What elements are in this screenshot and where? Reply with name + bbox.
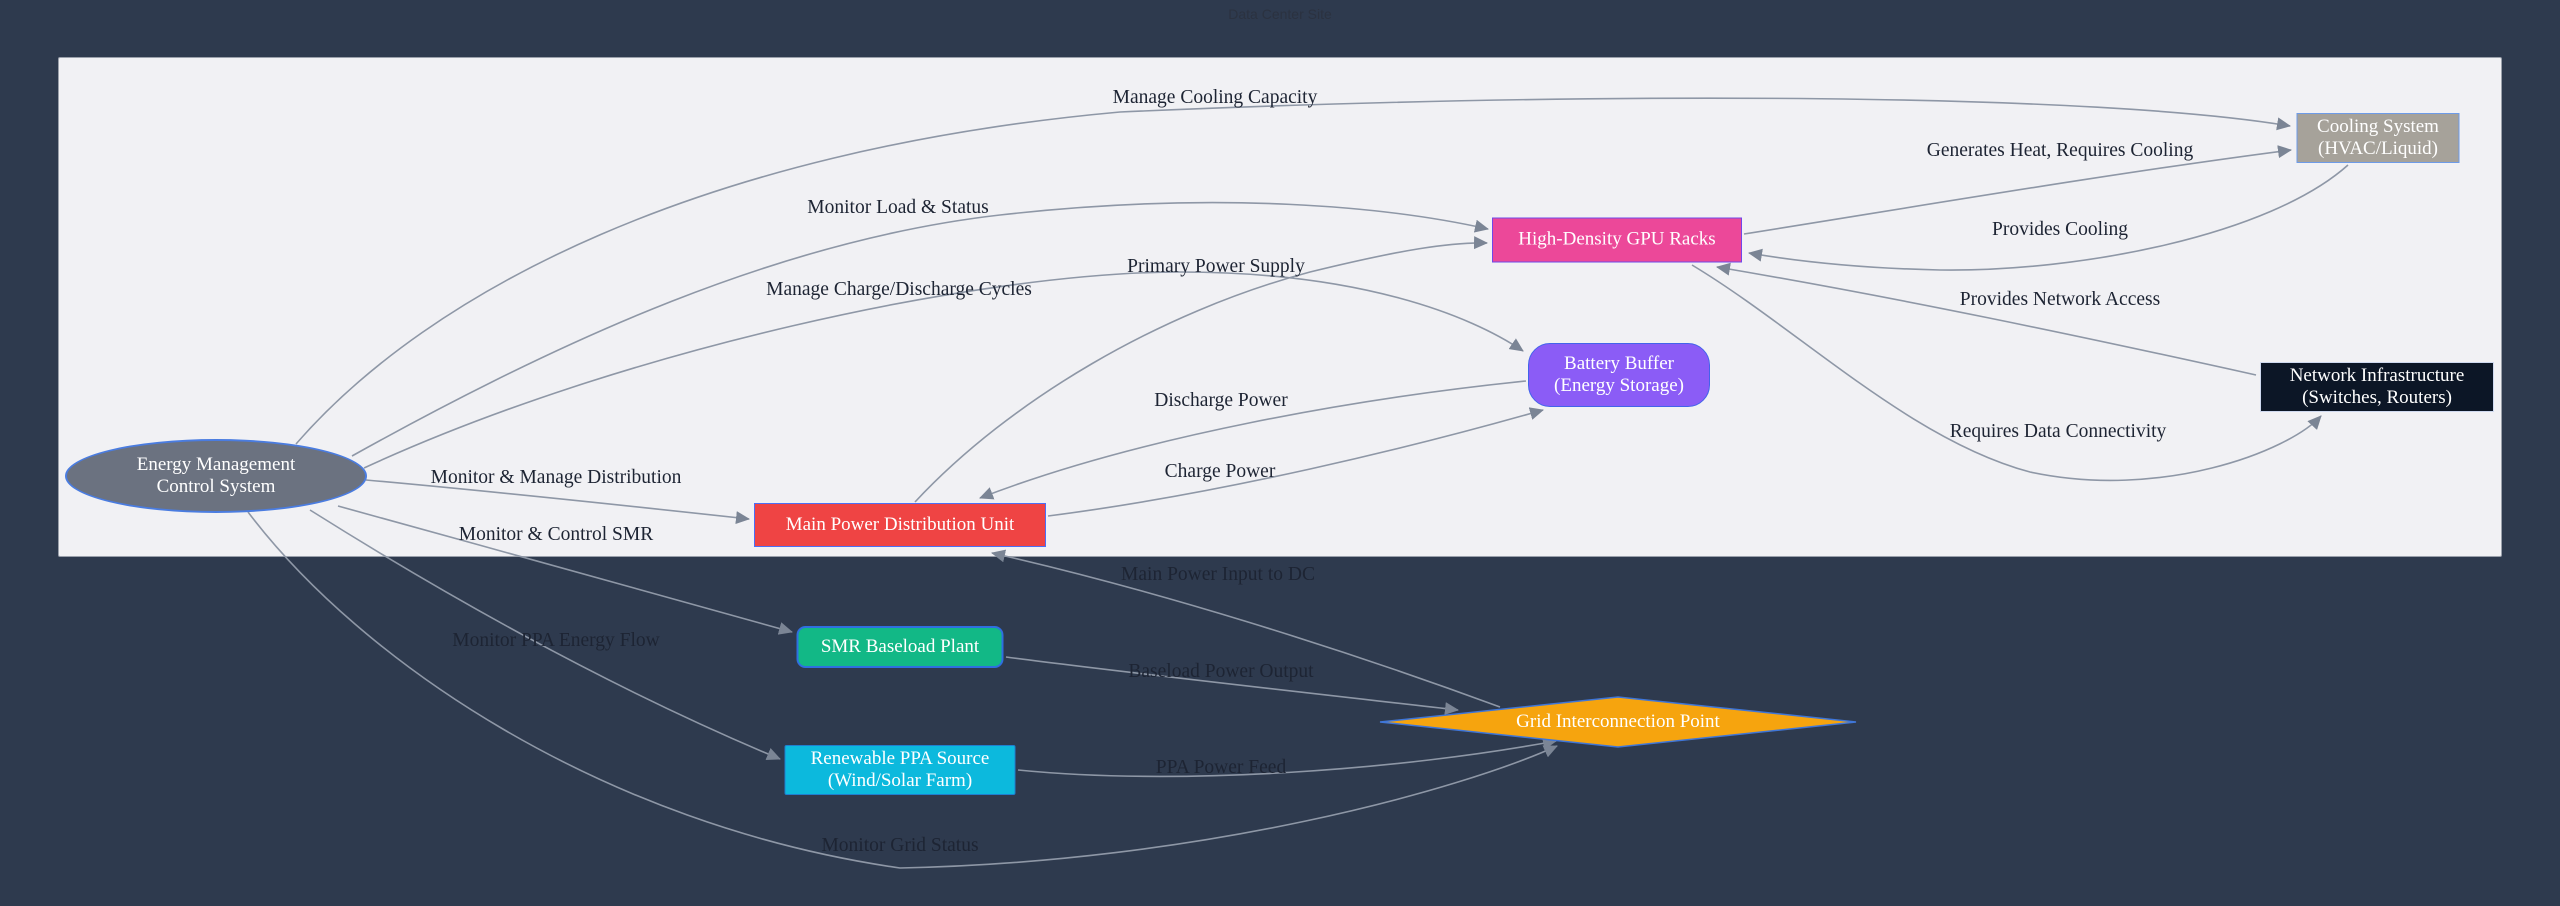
edge-label-manage-cooling-capacity: Manage Cooling Capacity [1112,87,1318,108]
edge-emcs-grid [247,511,1558,869]
edge-label-monitor-control-smr: Monitor & Control SMR [458,524,654,545]
node-high-density-gpu-racks: High-Density GPU Racks [1492,217,1742,263]
edge-mpdu-battery [1047,407,1544,517]
node-renewable-ppa-source: Renewable PPA Source (Wind/Solar Farm) [784,745,1016,795]
edge-label-requires-data-connectivity: Requires Data Connectivity [1949,421,2167,442]
node-network-infrastructure: Network Infrastructure (Switches, Router… [2260,362,2494,412]
edge-label-generates-heat-requires-cooling: Generates Heat, Requires Cooling [1926,140,2194,161]
edge-network-gpu [1716,262,2257,376]
edge-label-monitor-grid-status: Monitor Grid Status [821,835,979,856]
edge-label-monitor-ppa-energy-flow: Monitor PPA Energy Flow [452,630,660,651]
edge-label-manage-charge-discharge-cycles: Manage Charge/Discharge Cycles [766,279,1032,300]
edge-label-monitor-manage-distribution: Monitor & Manage Distribution [430,467,682,488]
edge-label-provides-network-access: Provides Network Access [1959,289,2161,310]
edge-label-discharge-power: Discharge Power [1154,390,1288,411]
container-title: Data Center Site [1228,6,1332,22]
edge-label-baseload-power-output: Baseload Power Output [1128,661,1314,682]
node-smr-baseload-plant: SMR Baseload Plant [796,626,1004,668]
node-grid-interconnection-point: Grid Interconnection Point [1516,710,1720,732]
edge-label-provides-cooling: Provides Cooling [1992,219,2128,240]
node-energy-management-control-system: Energy Management Control System [65,439,367,513]
node-main-power-distribution-unit: Main Power Distribution Unit [754,503,1046,547]
edge-label-ppa-power-feed: PPA Power Feed [1155,757,1287,778]
edge-label-charge-power: Charge Power [1164,461,1276,482]
edge-label-main-power-input-to-dc: Main Power Input to DC [1121,564,1315,585]
edge-cooling-gpu [1748,164,2349,271]
node-battery-buffer: Battery Buffer (Energy Storage) [1528,343,1710,407]
edge-label-primary-power-supply: Primary Power Supply [1127,256,1305,277]
node-cooling-system: Cooling System (HVAC/Liquid) [2296,113,2460,163]
edge-label-monitor-load-status: Monitor Load & Status [807,197,989,218]
diagram-canvas: Data Center Site Energy Management Contr… [0,0,2560,906]
edge-emcs-gpu [351,201,1489,457]
edge-emcs-battery [363,271,1524,469]
